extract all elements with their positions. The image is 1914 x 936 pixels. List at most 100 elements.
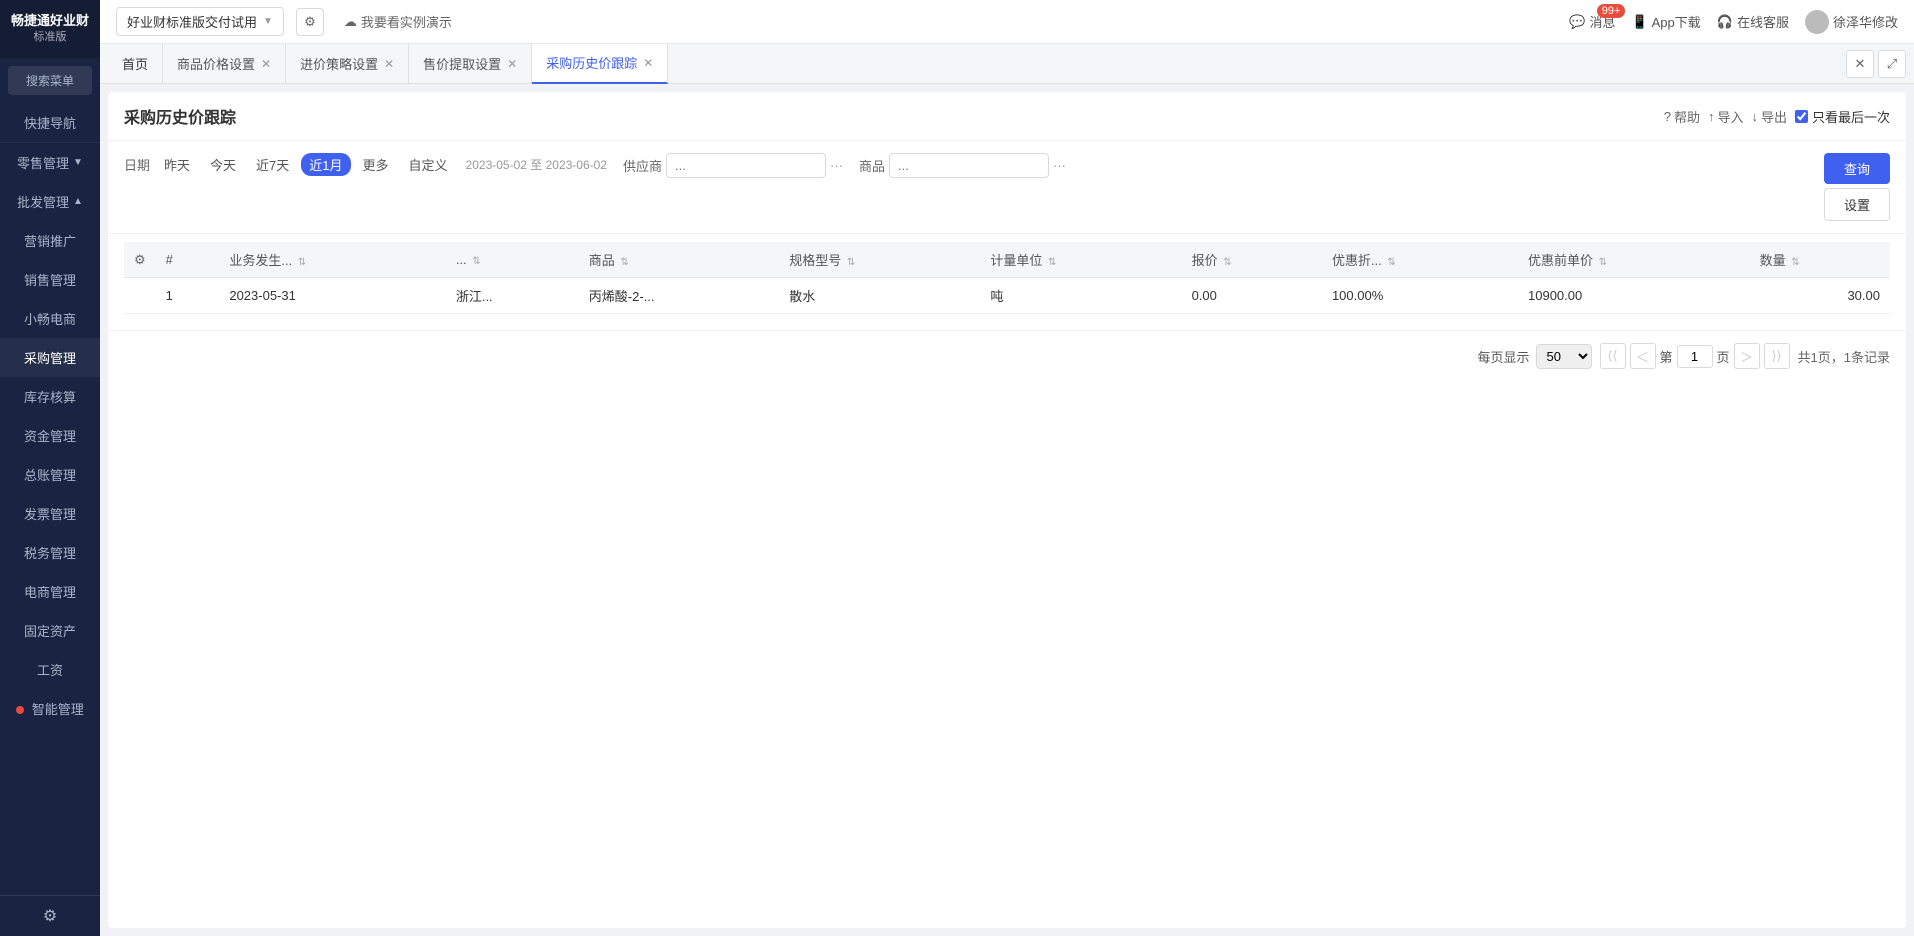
sidebar-item-smart[interactable]: 智能管理 [0, 689, 100, 728]
date-tab-7days[interactable]: 近7天 [248, 153, 297, 176]
sidebar-item-accounting[interactable]: 总账管理 [0, 455, 100, 494]
filter-settings-button[interactable]: 设置 [1824, 188, 1890, 221]
user-name: 徐泽华修改 [1833, 12, 1898, 31]
page-title: 采购历史价跟踪 [124, 104, 236, 128]
filter-bar: 日期 昨天 今天 近7天 近1月 更多 自定义 2023-05-02 至 202… [108, 141, 1906, 234]
product-input[interactable] [889, 153, 1049, 178]
query-button[interactable]: 查询 [1824, 153, 1890, 184]
date-tab-today[interactable]: 今天 [202, 153, 244, 176]
export-button[interactable]: ↓ 导出 [1751, 107, 1787, 126]
first-page-button[interactable]: ⟨⟨ [1600, 343, 1626, 369]
date-tabs: 昨天 今天 近7天 近1月 更多 自定义 [156, 153, 456, 176]
export-icon: ↓ [1751, 109, 1758, 124]
sidebar-item-inventory[interactable]: 库存核算 [0, 377, 100, 416]
settings-icon[interactable]: ⚙ [43, 908, 57, 925]
page-input[interactable] [1677, 345, 1713, 368]
tab-purchase-history[interactable]: 采购历史价跟踪 ✕ [532, 44, 668, 84]
close-icon[interactable]: ✕ [643, 56, 653, 70]
date-tab-more[interactable]: 更多 [355, 153, 397, 176]
tab-product-price-label: 商品价格设置 [177, 54, 255, 73]
sidebar-item-marketing[interactable]: 营销推广 [0, 221, 100, 260]
mobile-icon: 📱 [1631, 14, 1647, 30]
date-tab-yesterday[interactable]: 昨天 [156, 153, 198, 176]
sidebar-item-retail[interactable]: 零售管理 ▼ [0, 143, 100, 182]
sidebar-logo[interactable]: 畅捷通好业财 标准版 [0, 0, 100, 58]
message-badge: 99+ [1597, 4, 1626, 18]
product-more-icon[interactable]: ··· [1053, 158, 1066, 173]
tab-sale-price[interactable]: 售价提取设置 ✕ [409, 44, 532, 84]
supplier-input[interactable] [666, 153, 826, 178]
td-index: 1 [156, 278, 220, 314]
sidebar-item-fixed-assets[interactable]: 固定资产 [0, 611, 100, 650]
sidebar-item-capital[interactable]: 资金管理 [0, 416, 100, 455]
sidebar-item-invoice[interactable]: 发票管理 [0, 494, 100, 533]
date-range-display: 2023-05-02 至 2023-06-02 [466, 156, 607, 173]
td-settings [124, 278, 156, 314]
th-quantity: 数量 ⇅ [1750, 242, 1890, 278]
version-selector[interactable]: 好业财标准版交付试用 ▼ [116, 7, 284, 36]
date-tab-1month[interactable]: 近1月 [301, 153, 350, 176]
sidebar-item-sales[interactable]: 销售管理 [0, 260, 100, 299]
ecommerce-small-label: 小畅电商 [24, 312, 76, 327]
sidebar-item-wholesale[interactable]: 批发管理 ▲ [0, 182, 100, 221]
tab-home[interactable]: 首页 [108, 44, 163, 84]
ecommerce-label: 电商管理 [24, 585, 76, 600]
last-page-button[interactable]: ⟩⟩ [1764, 343, 1790, 369]
tab-product-price[interactable]: 商品价格设置 ✕ [163, 44, 286, 84]
table-wrapper: ⚙ # 业务发生... ⇅ ... ⇅ [108, 234, 1906, 330]
last-only-checkbox[interactable] [1795, 110, 1808, 123]
tab-purchase-history-label: 采购历史价跟踪 [546, 53, 637, 72]
help-label: 帮助 [1674, 107, 1700, 126]
user-info[interactable]: 徐泽华修改 [1805, 10, 1898, 34]
close-icon[interactable]: ✕ [261, 57, 271, 71]
chevron-up-icon: ▲ [73, 196, 83, 207]
logo-title: 畅捷通好业财 [8, 12, 92, 30]
th-spec: 规格型号 ⇅ [779, 242, 980, 278]
logo-subtitle: 标准版 [8, 30, 92, 45]
close-icon[interactable]: ✕ [507, 57, 517, 71]
header-settings-button[interactable]: ⚙ [296, 8, 324, 36]
tab-close-window-button[interactable]: ✕ [1846, 50, 1874, 78]
supplier-more-icon[interactable]: ··· [830, 158, 843, 173]
sidebar-item-quick-nav[interactable]: 快捷导航 [0, 103, 100, 142]
app-download-button[interactable]: 📱 App下载 [1631, 12, 1700, 31]
prev-page-button[interactable]: ＜ [1630, 343, 1656, 369]
quick-nav-label: 快捷导航 [24, 116, 76, 131]
page-suffix: 页 [1717, 347, 1730, 366]
td-discount: 100.00% [1322, 278, 1518, 314]
sidebar-item-payroll[interactable]: 工资 [0, 650, 100, 689]
tab-purchase-strategy[interactable]: 进价策略设置 ✕ [286, 44, 409, 84]
sort-icon: ⇅ [847, 257, 855, 268]
date-tab-custom[interactable]: 自定义 [401, 153, 456, 176]
online-service-label: 在线客服 [1737, 12, 1789, 31]
sidebar-item-purchase[interactable]: 采购管理 [0, 338, 100, 377]
help-button[interactable]: ? 帮助 [1664, 107, 1700, 126]
headphone-icon: 🎧 [1717, 14, 1733, 30]
message-button[interactable]: 💬 消息 99+ [1569, 12, 1615, 31]
sidebar-item-tax[interactable]: 税务管理 [0, 533, 100, 572]
table-settings-icon[interactable]: ⚙ [134, 252, 146, 267]
sidebar-item-ecommerce[interactable]: 电商管理 [0, 572, 100, 611]
online-service-button[interactable]: 🎧 在线客服 [1717, 12, 1789, 31]
sidebar-item-ecommerce-small[interactable]: 小畅电商 [0, 299, 100, 338]
cloud-icon: ☁ [344, 14, 357, 30]
sort-icon: ⇅ [1048, 257, 1056, 268]
tab-home-label: 首页 [122, 54, 148, 73]
close-icon[interactable]: ✕ [384, 57, 394, 71]
table-body: 1 2023-05-31 浙江... 丙烯酸-2-... 散水 吨 0.00 1… [124, 278, 1890, 314]
sort-icon: ⇅ [1599, 257, 1607, 268]
td-more: 浙江... [446, 278, 579, 314]
table-header-row: ⚙ # 业务发生... ⇅ ... ⇅ [124, 242, 1890, 278]
per-page-select[interactable]: 10 20 50 100 [1536, 344, 1592, 369]
search-menu-button[interactable]: 搜索菜单 [8, 66, 92, 95]
th-price: 报价 ⇅ [1182, 242, 1322, 278]
demo-button[interactable]: ☁ 我要看实例演示 [344, 12, 452, 31]
tab-maximize-button[interactable]: ⤢ [1878, 50, 1906, 78]
next-page-button[interactable]: ＞ [1734, 343, 1760, 369]
last-only-checkbox-label[interactable]: 只看最后一次 [1795, 107, 1890, 126]
import-button[interactable]: ↑ 导入 [1708, 107, 1744, 126]
tab-purchase-strategy-label: 进价策略设置 [300, 54, 378, 73]
sidebar-search-area: 搜索菜单 [0, 58, 100, 103]
sidebar-nav-section: 零售管理 ▼ 批发管理 ▲ 营销推广 销售管理 小畅电商 采购管理 库存核算 资… [0, 142, 100, 728]
supplier-filter-label: 供应商 [623, 156, 662, 175]
